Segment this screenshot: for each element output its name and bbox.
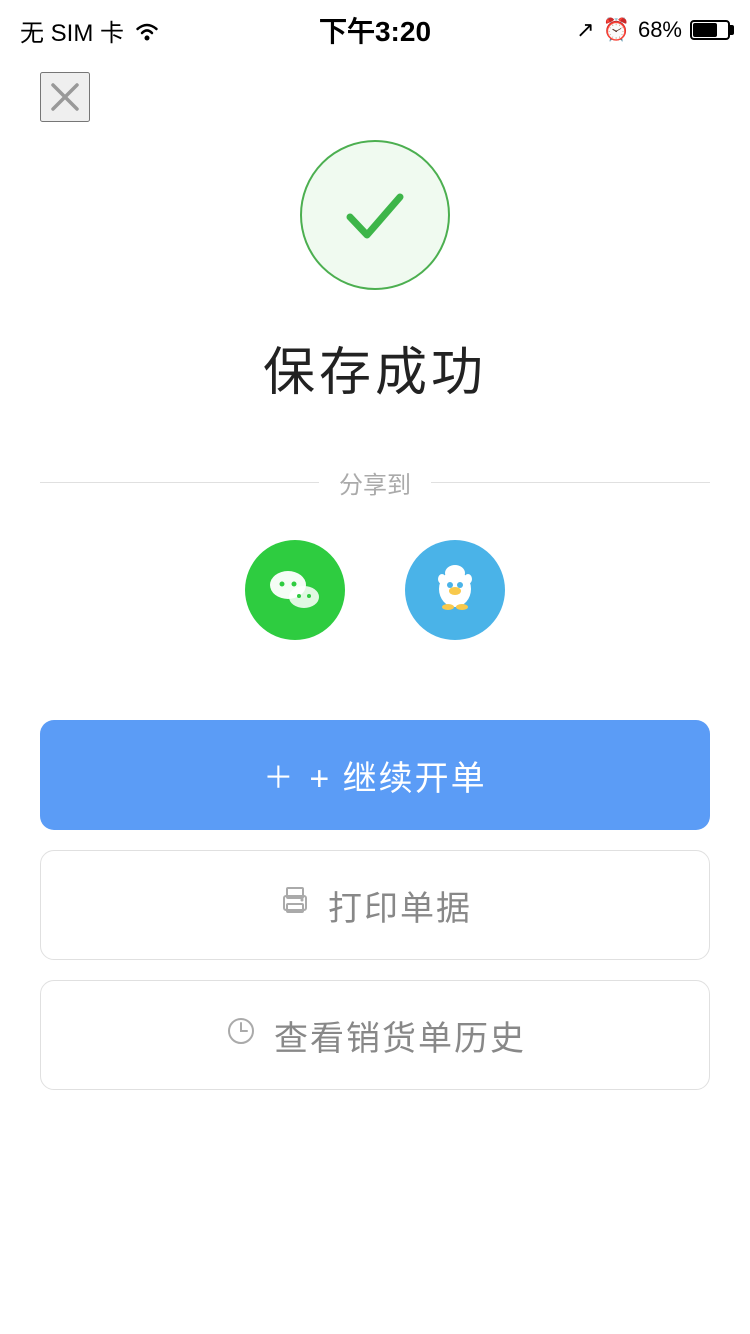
success-title: 保存成功 <box>263 330 487 405</box>
share-icons-row <box>245 540 505 640</box>
history-label: 查看销货单历史 <box>274 1011 526 1060</box>
status-bar: 无 SIM 卡 下午3:20 ↗ ⏰ 68% <box>0 0 750 60</box>
status-left: 无 SIM 卡 <box>20 13 162 48</box>
clock-icon: ⏰ <box>603 17 630 43</box>
status-time: 下午3:20 <box>319 10 431 50</box>
continue-label: + 继续开单 <box>309 751 486 800</box>
battery-bar <box>690 20 730 40</box>
print-button[interactable]: 打印单据 <box>40 850 710 960</box>
main-content: 保存成功 分享到 <box>0 60 750 1090</box>
history-button[interactable]: 查看销货单历史 <box>40 980 710 1090</box>
share-label: 分享到 <box>339 465 411 500</box>
qq-icon <box>426 561 484 619</box>
buttons-area: ＋ + 继续开单 打印单据 查看销货单历 <box>0 720 750 1090</box>
close-button[interactable] <box>40 72 90 122</box>
share-qq-button[interactable] <box>405 540 505 640</box>
plus-icon: ＋ <box>263 753 293 797</box>
divider-right <box>431 482 710 483</box>
wifi-icon <box>132 19 162 41</box>
continue-button[interactable]: ＋ + 继续开单 <box>40 720 710 830</box>
no-sim-label: 无 SIM 卡 <box>20 13 124 48</box>
battery-percent: 68% <box>638 17 682 43</box>
location-icon: ↗ <box>576 17 594 43</box>
battery-fill <box>693 23 717 37</box>
print-icon <box>278 884 312 926</box>
close-icon <box>49 81 81 113</box>
share-wechat-button[interactable] <box>245 540 345 640</box>
divider-left <box>40 482 319 483</box>
share-section: 分享到 <box>0 465 750 640</box>
wechat-icon <box>266 565 324 615</box>
print-label: 打印单据 <box>328 881 472 930</box>
checkmark-icon <box>335 175 415 255</box>
share-divider-row: 分享到 <box>0 465 750 500</box>
success-circle <box>300 140 450 290</box>
history-icon <box>224 1014 258 1056</box>
status-right: ↗ ⏰ 68% <box>576 17 730 43</box>
